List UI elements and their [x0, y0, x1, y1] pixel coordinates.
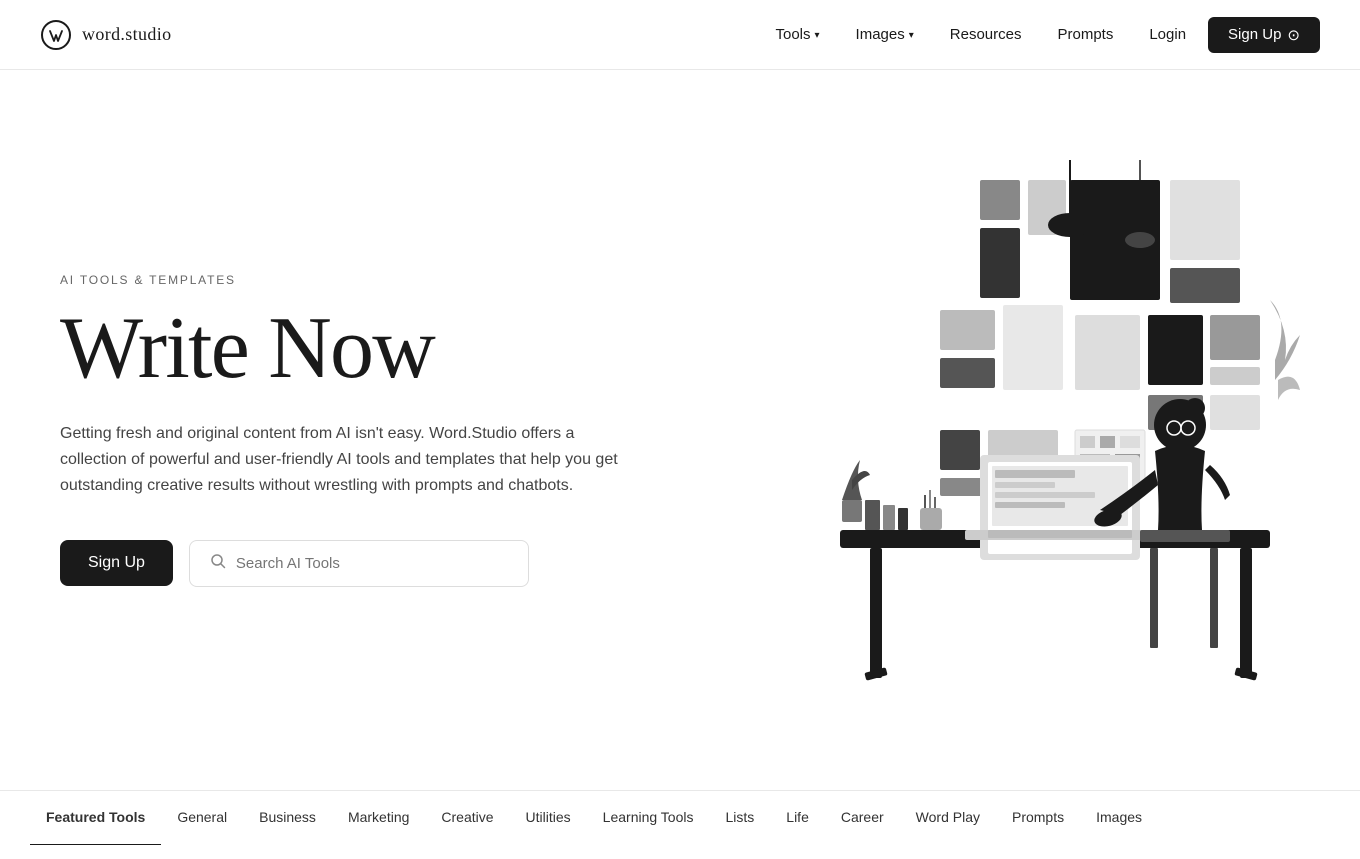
category-item-utilities[interactable]: Utilities — [510, 791, 587, 846]
login-button[interactable]: Login — [1135, 18, 1200, 51]
category-item-featured-tools[interactable]: Featured Tools — [30, 791, 161, 846]
category-item-creative[interactable]: Creative — [425, 791, 509, 846]
search-bar[interactable] — [189, 540, 529, 587]
nav-resources[interactable]: Resources — [936, 18, 1036, 51]
hero-illustration — [780, 160, 1300, 700]
logo-text: word.studio — [82, 24, 171, 45]
hero-signup-button[interactable]: Sign Up — [60, 540, 173, 586]
hero-eyebrow: AI TOOLS & TEMPLATES — [60, 273, 620, 287]
search-icon — [210, 553, 226, 574]
category-item-word-play[interactable]: Word Play — [900, 791, 996, 846]
hero-section: AI TOOLS & TEMPLATES Write Now Getting f… — [0, 70, 1360, 790]
signup-arrow-icon: ⊙ — [1287, 26, 1300, 44]
category-item-learning-tools[interactable]: Learning Tools — [587, 791, 710, 846]
category-item-business[interactable]: Business — [243, 791, 332, 846]
logo-icon — [40, 19, 72, 51]
category-item-marketing[interactable]: Marketing — [332, 791, 425, 846]
hero-actions: Sign Up — [60, 540, 620, 587]
category-item-general[interactable]: General — [161, 791, 243, 846]
nav-links: Tools ▾ Images ▾ Resources Prompts Login… — [761, 17, 1320, 53]
images-chevron-icon: ▾ — [909, 30, 914, 41]
hero-svg — [780, 160, 1300, 700]
category-item-lists[interactable]: Lists — [709, 791, 770, 846]
navigation: word.studio Tools ▾ Images ▾ Resources P… — [0, 0, 1360, 70]
nav-images[interactable]: Images ▾ — [842, 18, 928, 51]
search-input[interactable] — [236, 555, 508, 572]
hero-title: Write Now — [60, 307, 620, 391]
tools-chevron-icon: ▾ — [815, 30, 820, 41]
site-logo[interactable]: word.studio — [40, 19, 171, 51]
hero-content: AI TOOLS & TEMPLATES Write Now Getting f… — [60, 273, 620, 587]
hero-description: Getting fresh and original content from … — [60, 421, 620, 500]
category-item-life[interactable]: Life — [770, 791, 825, 846]
category-item-images[interactable]: Images — [1080, 791, 1158, 846]
category-bar: Featured ToolsGeneralBusinessMarketingCr… — [0, 790, 1360, 845]
nav-tools[interactable]: Tools ▾ — [761, 18, 833, 51]
category-item-prompts[interactable]: Prompts — [996, 791, 1080, 846]
nav-signup-button[interactable]: Sign Up ⊙ — [1208, 17, 1320, 53]
nav-prompts[interactable]: Prompts — [1043, 18, 1127, 51]
category-item-career[interactable]: Career — [825, 791, 900, 846]
